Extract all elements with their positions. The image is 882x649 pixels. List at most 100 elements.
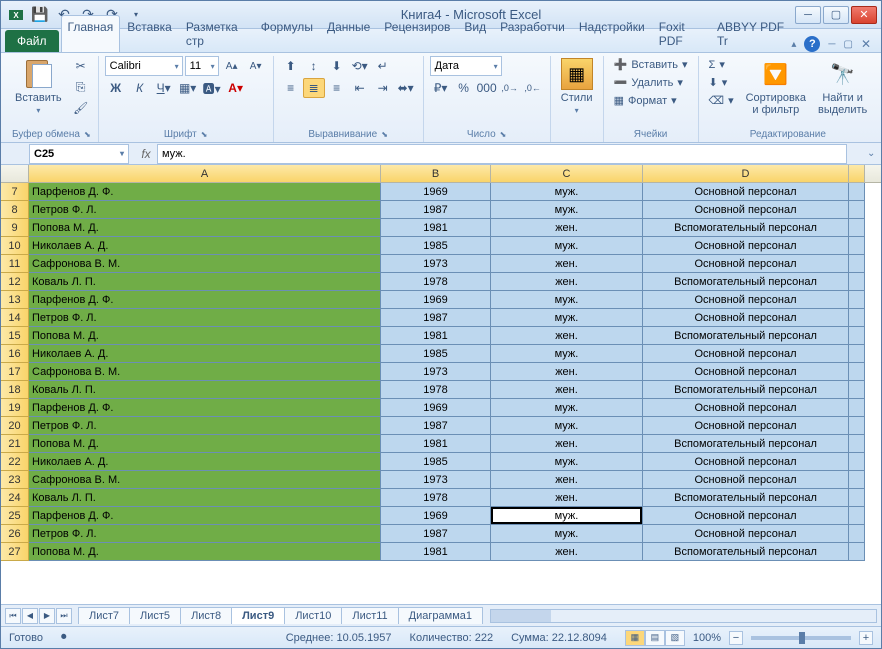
cell[interactable]: Петров Ф. Л.: [29, 417, 381, 435]
cell[interactable]: 1978: [381, 273, 491, 291]
cell[interactable]: Николаев А. Д.: [29, 237, 381, 255]
select-all-corner[interactable]: [1, 165, 29, 182]
cell[interactable]: Основной персонал: [643, 345, 849, 363]
table-row[interactable]: 27Попова М. Д.1981жен.Вспомогательный пе…: [1, 543, 881, 561]
row-header[interactable]: 8: [1, 201, 29, 219]
excel-icon[interactable]: X: [5, 4, 27, 26]
cell[interactable]: муж.: [491, 291, 643, 309]
sheet-tab[interactable]: Лист10: [284, 607, 342, 624]
ribbon-tab-0[interactable]: Главная: [61, 15, 121, 52]
cell[interactable]: [849, 471, 865, 489]
cell[interactable]: жен.: [491, 489, 643, 507]
cell[interactable]: муж.: [491, 309, 643, 327]
cell[interactable]: Коваль Л. П.: [29, 489, 381, 507]
cell[interactable]: Основной персонал: [643, 309, 849, 327]
ribbon-tab-4[interactable]: Данные: [320, 15, 377, 52]
table-row[interactable]: 11Сафронова В. М.1973жен.Основной персон…: [1, 255, 881, 273]
cell[interactable]: Основной персонал: [643, 453, 849, 471]
align-center-icon[interactable]: ≣: [303, 78, 325, 98]
comma-icon[interactable]: 000: [476, 78, 498, 98]
cell[interactable]: 1985: [381, 345, 491, 363]
sheet-tab[interactable]: Лист5: [129, 607, 181, 624]
cell[interactable]: Основной персонал: [643, 201, 849, 219]
ribbon-tab-1[interactable]: Вставка: [120, 15, 179, 52]
row-header[interactable]: 22: [1, 453, 29, 471]
cell[interactable]: Коваль Л. П.: [29, 381, 381, 399]
cell[interactable]: Попова М. Д.: [29, 543, 381, 561]
cell[interactable]: Основной персонал: [643, 399, 849, 417]
cell[interactable]: [849, 327, 865, 345]
cell[interactable]: Вспомогательный персонал: [643, 273, 849, 291]
row-header[interactable]: 16: [1, 345, 29, 363]
cell[interactable]: Попова М. Д.: [29, 219, 381, 237]
table-row[interactable]: 21Попова М. Д.1981жен.Вспомогательный пе…: [1, 435, 881, 453]
table-row[interactable]: 13Парфенов Д. Ф.1969муж.Основной персона…: [1, 291, 881, 309]
cell[interactable]: Петров Ф. Л.: [29, 309, 381, 327]
autosum-button[interactable]: Σ▾: [705, 56, 738, 73]
align-middle-icon[interactable]: ↕: [303, 56, 325, 76]
cell[interactable]: 1981: [381, 543, 491, 561]
col-header-B[interactable]: B: [381, 165, 491, 182]
cell[interactable]: муж.: [491, 417, 643, 435]
cell[interactable]: Попова М. Д.: [29, 435, 381, 453]
number-format-select[interactable]: Дата: [430, 56, 502, 76]
row-header[interactable]: 10: [1, 237, 29, 255]
sheet-nav-last[interactable]: ⏭: [56, 608, 72, 624]
table-row[interactable]: 20Петров Ф. Л.1987муж.Основной персонал: [1, 417, 881, 435]
row-header[interactable]: 15: [1, 327, 29, 345]
copy-icon[interactable]: ⎘: [70, 77, 92, 97]
minimize-button[interactable]: ─: [795, 6, 821, 24]
zoom-slider[interactable]: [751, 636, 851, 640]
cell[interactable]: 1973: [381, 471, 491, 489]
inc-decimal-icon[interactable]: ,0→: [499, 78, 521, 98]
table-row[interactable]: 9Попова М. Д.1981жен.Вспомогательный пер…: [1, 219, 881, 237]
cell[interactable]: Вспомогательный персонал: [643, 327, 849, 345]
row-header[interactable]: 7: [1, 183, 29, 201]
save-icon[interactable]: 💾: [29, 4, 51, 26]
table-row[interactable]: 22Николаев А. Д.1985муж.Основной персона…: [1, 453, 881, 471]
cell[interactable]: [849, 417, 865, 435]
ribbon-tab-10[interactable]: ABBYY PDF Tr: [710, 15, 791, 52]
col-header-D[interactable]: D: [643, 165, 849, 182]
paste-button[interactable]: Вставить ▾: [11, 56, 66, 117]
sort-filter-button[interactable]: 🔽 Сортировка и фильтр: [742, 56, 810, 118]
sheet-tab[interactable]: Лист8: [180, 607, 232, 624]
currency-icon[interactable]: ₽▾: [430, 78, 452, 98]
underline-icon[interactable]: Ч▾: [153, 78, 175, 98]
grow-font-icon[interactable]: A▴: [221, 56, 243, 76]
col-header-C[interactable]: C: [491, 165, 643, 182]
clipboard-dialog-launcher[interactable]: ⬊: [84, 130, 91, 139]
cell[interactable]: [849, 201, 865, 219]
col-header-A[interactable]: A: [29, 165, 381, 182]
cell[interactable]: 1969: [381, 291, 491, 309]
cut-icon[interactable]: ✂: [70, 56, 92, 76]
zoom-level[interactable]: 100%: [693, 632, 721, 644]
table-row[interactable]: 24Коваль Л. П.1978жен.Вспомогательный пе…: [1, 489, 881, 507]
cell[interactable]: 1981: [381, 435, 491, 453]
clear-button[interactable]: ⌫▾: [705, 92, 738, 109]
format-painter-icon[interactable]: 🖌: [70, 98, 92, 118]
cell[interactable]: [849, 525, 865, 543]
cell[interactable]: Петров Ф. Л.: [29, 525, 381, 543]
cell[interactable]: Основной персонал: [643, 183, 849, 201]
row-header[interactable]: 20: [1, 417, 29, 435]
cell[interactable]: жен.: [491, 471, 643, 489]
cell[interactable]: муж.: [491, 507, 643, 525]
cell[interactable]: муж.: [491, 237, 643, 255]
cell[interactable]: [849, 399, 865, 417]
cell[interactable]: Парфенов Д. Ф.: [29, 291, 381, 309]
cell[interactable]: 1969: [381, 183, 491, 201]
maximize-button[interactable]: ▢: [823, 6, 849, 24]
cell[interactable]: Попова М. Д.: [29, 327, 381, 345]
formula-bar[interactable]: муж.: [157, 144, 847, 164]
doc-minimize-icon[interactable]: ─: [828, 39, 835, 50]
cell[interactable]: жен.: [491, 327, 643, 345]
zoom-in-button[interactable]: +: [859, 631, 873, 645]
row-header[interactable]: 11: [1, 255, 29, 273]
cell[interactable]: жен.: [491, 543, 643, 561]
cell[interactable]: [849, 381, 865, 399]
format-cells-button[interactable]: ▦Формат ▾: [610, 92, 692, 109]
horizontal-scrollbar[interactable]: [490, 609, 877, 623]
cell[interactable]: Основной персонал: [643, 471, 849, 489]
cell[interactable]: 1978: [381, 381, 491, 399]
